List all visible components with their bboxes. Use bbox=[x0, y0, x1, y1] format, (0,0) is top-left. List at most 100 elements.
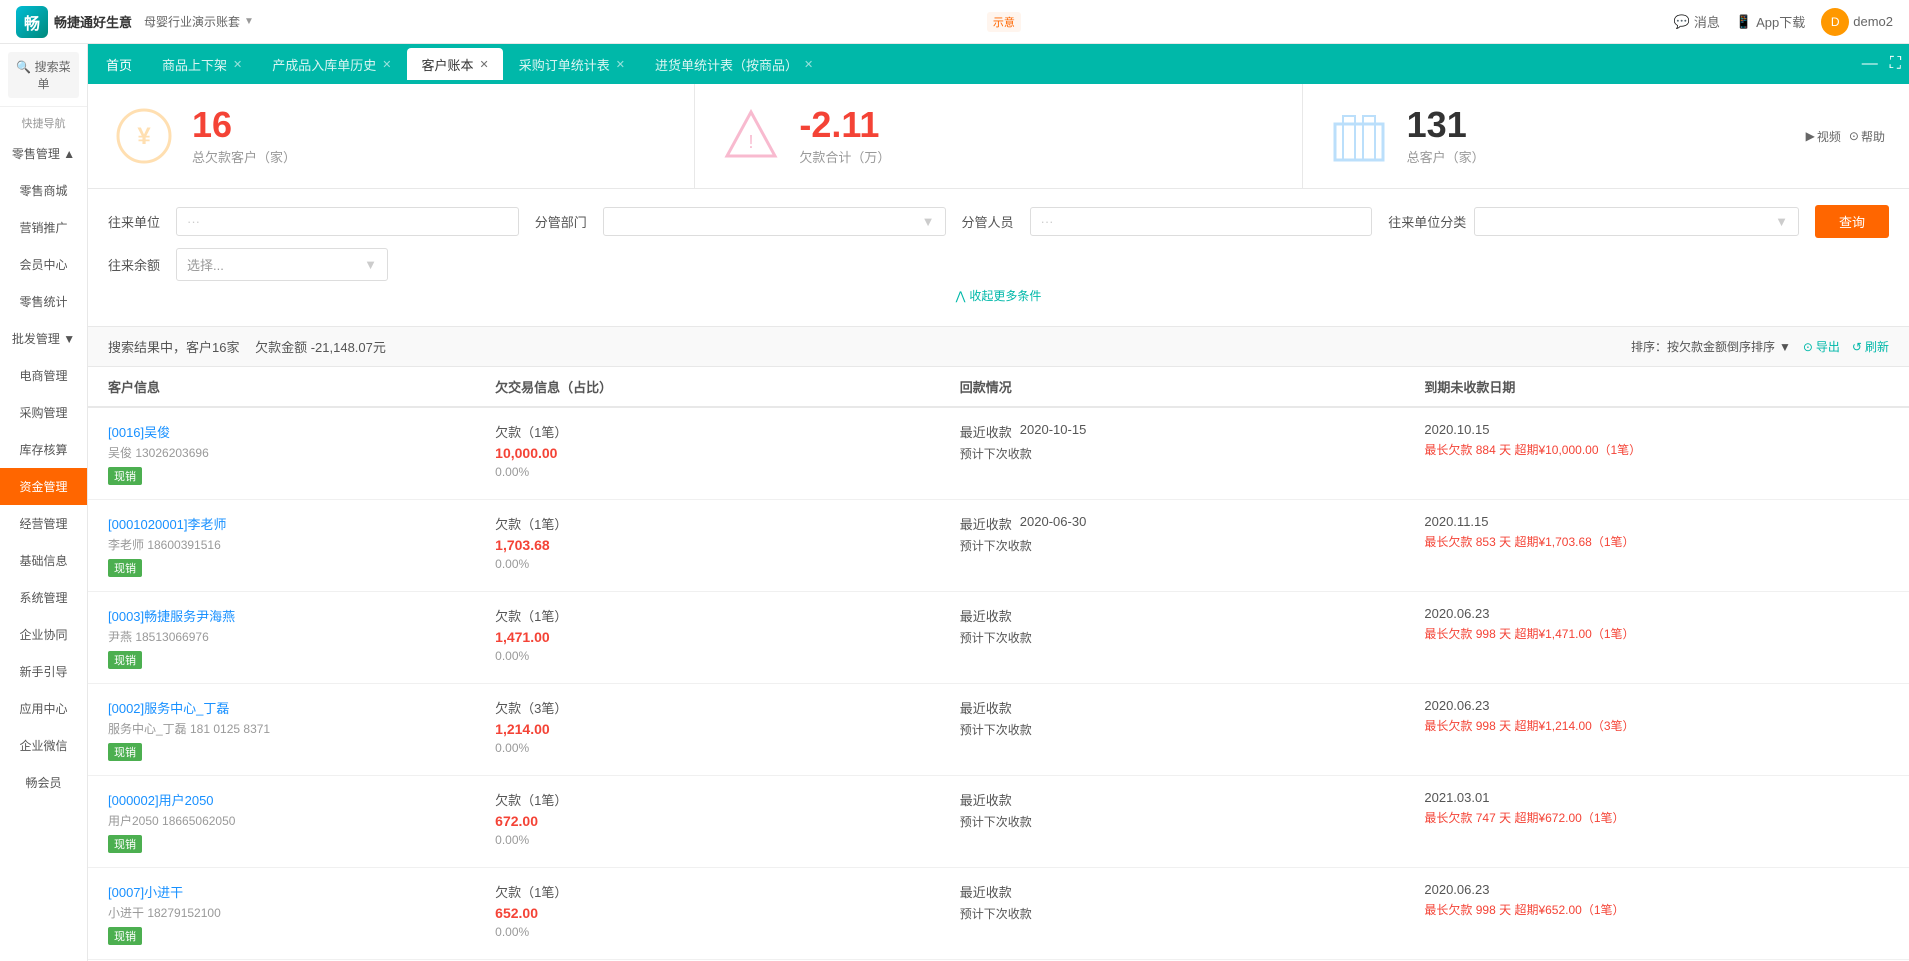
tab-purchase-order-stats[interactable]: 采购订单统计表 ✕ bbox=[505, 48, 639, 80]
recovery-info-3: 最近收款 预计下次收款 bbox=[960, 606, 1425, 646]
sidebar-item-retail-mall[interactable]: 零售商城 bbox=[0, 172, 87, 209]
sidebar-item-member2[interactable]: 畅会员 bbox=[0, 764, 87, 801]
customer-info-4: [0002]服务中心_丁磊 服务中心_丁磊 181 0125 8371 现销 bbox=[108, 698, 495, 761]
sidebar-item-finance[interactable]: 资金管理 bbox=[0, 468, 87, 505]
sidebar-item-label: 零售管理 ▲ bbox=[12, 145, 75, 162]
customer-tag-3: 现销 bbox=[108, 651, 142, 669]
sidebar-item-marketing[interactable]: 营销推广 bbox=[0, 209, 87, 246]
table-header: 客户信息 欠交易信息（占比） 回款情况 到期未收款日期 bbox=[88, 367, 1909, 408]
recovery-info-1: 最近收款 2020-10-15 预计下次收款 bbox=[960, 422, 1425, 462]
app-download-btn[interactable]: 📱 App下载 bbox=[1736, 12, 1805, 31]
tab-close-icon[interactable]: ✕ bbox=[616, 58, 625, 71]
customer-tag-6: 现销 bbox=[108, 927, 142, 945]
industry-selector[interactable]: 母婴行业演示账套 ▼ bbox=[144, 13, 254, 30]
sidebar-item-guide[interactable]: 新手引导 bbox=[0, 653, 87, 690]
export-label: 导出 bbox=[1816, 338, 1840, 355]
overdue-link-5[interactable]: 超期¥672.00（1笔） bbox=[1514, 811, 1624, 825]
sidebar-item-enterprise[interactable]: 企业协同 bbox=[0, 616, 87, 653]
due-date-info-6: 2020.06.23 最长欠款 998 天 超期¥652.00（1笔） bbox=[1424, 882, 1889, 918]
page-content: ¥ 16 总欠款客户（家） ! bbox=[88, 84, 1909, 961]
export-btn[interactable]: ⊙ 导出 bbox=[1803, 338, 1840, 355]
overdue-link-1[interactable]: 超期¥10,000.00（1笔） bbox=[1514, 443, 1641, 457]
collapse-btn[interactable]: ⋀ 收起更多条件 bbox=[108, 281, 1889, 310]
result-info: 搜索结果中，客户16家 欠款金额 -21,148.07元 bbox=[108, 337, 386, 356]
filter-dept-select[interactable]: ▼ bbox=[603, 207, 946, 236]
filter-unit-category-select[interactable]: ▼ bbox=[1474, 207, 1799, 236]
tab-close-icon[interactable]: ✕ bbox=[480, 58, 489, 71]
debt-label-2: 欠款（1笔） bbox=[495, 514, 960, 533]
overdue-link-6[interactable]: 超期¥652.00（1笔） bbox=[1514, 903, 1624, 917]
industry-name: 母婴行业演示账套 bbox=[144, 13, 240, 30]
filter-balance-label: 往来余额 bbox=[108, 255, 168, 274]
sidebar-item-inventory[interactable]: 库存核算 bbox=[0, 431, 87, 468]
search-menu-btn[interactable]: 🔍 搜索菜单 bbox=[8, 52, 79, 98]
help-btn[interactable]: ⊙ 帮助 bbox=[1849, 128, 1885, 145]
customer-name-3[interactable]: [0003]畅捷服务尹海燕 bbox=[108, 609, 235, 624]
sidebar-item-label: 应用中心 bbox=[19, 700, 67, 717]
tab-customer-account[interactable]: 客户账本 ✕ bbox=[407, 48, 502, 80]
overdue-days-3: 最长欠款 998 天 bbox=[1424, 627, 1511, 641]
filter-balance-select[interactable]: 选择... ▼ bbox=[176, 248, 388, 281]
sidebar-item-member[interactable]: 会员中心 bbox=[0, 246, 87, 283]
phone-icon: 📱 bbox=[1736, 14, 1752, 30]
filter-unit-input[interactable]: ··· bbox=[176, 207, 519, 236]
sidebar-item-ecommerce[interactable]: 电商管理 bbox=[0, 357, 87, 394]
recovery-next-2: 预计下次收款 bbox=[960, 537, 1425, 554]
customer-name-1[interactable]: [0016]吴俊 bbox=[108, 425, 170, 440]
user-area[interactable]: D demo2 bbox=[1821, 8, 1893, 36]
chevron-down-icon: ▼ bbox=[244, 16, 254, 27]
video-btn[interactable]: ▶ 视频 bbox=[1806, 128, 1841, 145]
recovery-label-2: 最近收款 bbox=[960, 514, 1012, 533]
tab-stock-history[interactable]: 产成品入库单历史 ✕ bbox=[258, 48, 405, 80]
recovery-next-1: 预计下次收款 bbox=[960, 445, 1425, 462]
sidebar-item-retail-stats[interactable]: 零售统计 bbox=[0, 283, 87, 320]
overdue-text-2: 最长欠款 853 天 超期¥1,703.68（1笔） bbox=[1424, 533, 1889, 550]
table-row: [0001020001]李老师 李老师 18600391516 现销 欠款（1笔… bbox=[88, 500, 1909, 592]
search-menu-label: 搜索菜单 bbox=[35, 60, 71, 91]
search-btn[interactable]: 查询 bbox=[1815, 205, 1889, 238]
debt-percent-5: 0.00% bbox=[495, 833, 960, 847]
tab-home[interactable]: 首页 bbox=[92, 48, 146, 80]
message-btn[interactable]: 💬 消息 bbox=[1674, 12, 1720, 31]
recovery-next-5: 预计下次收款 bbox=[960, 813, 1425, 830]
sidebar-item-wechat[interactable]: 企业微信 bbox=[0, 727, 87, 764]
customer-name-2[interactable]: [0001020001]李老师 bbox=[108, 517, 227, 532]
customer-name-6[interactable]: [0007]小进干 bbox=[108, 885, 183, 900]
recovery-row-1: 最近收款 2020-10-15 bbox=[960, 422, 1425, 441]
refresh-btn[interactable]: ↺ 刷新 bbox=[1852, 338, 1889, 355]
sidebar-item-purchase[interactable]: 采购管理 bbox=[0, 394, 87, 431]
tab-expand-btn[interactable]: ⛶ bbox=[1886, 53, 1905, 75]
sidebar-item-wholesale[interactable]: 批发管理 ▼ bbox=[0, 320, 87, 357]
due-date-main-5: 2021.03.01 bbox=[1424, 790, 1889, 805]
stats-row: ¥ 16 总欠款客户（家） ! bbox=[88, 84, 1909, 189]
tab-close-icon[interactable]: ✕ bbox=[233, 58, 242, 71]
customer-name-4[interactable]: [0002]服务中心_丁磊 bbox=[108, 701, 229, 716]
tab-product-shelf[interactable]: 商品上下架 ✕ bbox=[148, 48, 256, 80]
sidebar-item-system[interactable]: 系统管理 bbox=[0, 579, 87, 616]
tab-purchase-stats-product[interactable]: 进货单统计表（按商品） ✕ bbox=[641, 48, 827, 80]
customer-info-5: [000002]用户2050 用户2050 18665062050 现销 bbox=[108, 790, 495, 853]
quick-nav-btn[interactable]: 示意 bbox=[987, 12, 1021, 32]
sidebar-item-label: 电商管理 bbox=[19, 367, 67, 384]
tab-collapse-btn[interactable]: — bbox=[1858, 53, 1882, 75]
sidebar-item-label: 系统管理 bbox=[19, 589, 67, 606]
recovery-info-4: 最近收款 预计下次收款 bbox=[960, 698, 1425, 738]
overdue-link-2[interactable]: 超期¥1,703.68（1笔） bbox=[1514, 535, 1634, 549]
tab-close-icon[interactable]: ✕ bbox=[804, 58, 813, 71]
search-icon: 🔍 bbox=[16, 60, 31, 74]
overdue-link-3[interactable]: 超期¥1,471.00（1笔） bbox=[1514, 627, 1634, 641]
sidebar-item-label: 企业协同 bbox=[19, 626, 67, 643]
filter-person: 分管人员 ··· bbox=[962, 207, 1373, 236]
sidebar-item-basic-info[interactable]: 基础信息 bbox=[0, 542, 87, 579]
sidebar-item-operations[interactable]: 经营管理 bbox=[0, 505, 87, 542]
sidebar-item-retail-management[interactable]: 零售管理 ▲ bbox=[0, 135, 87, 172]
top-bar: 畅 畅捷通好生意 母婴行业演示账套 ▼ 示意 💬 消息 📱 App下载 D de… bbox=[0, 0, 1909, 44]
tab-close-icon[interactable]: ✕ bbox=[382, 58, 391, 71]
filter-balance-value: 选择... bbox=[187, 255, 224, 274]
overdue-link-4[interactable]: 超期¥1,214.00（3笔） bbox=[1514, 719, 1634, 733]
customer-name-5[interactable]: [000002]用户2050 bbox=[108, 793, 214, 808]
filter-person-input[interactable]: ··· bbox=[1030, 207, 1373, 236]
customer-tag-5: 现销 bbox=[108, 835, 142, 853]
sort-select[interactable]: 排序：按欠款金额倒序排序 ▼ bbox=[1631, 338, 1791, 355]
sidebar-item-app-center[interactable]: 应用中心 bbox=[0, 690, 87, 727]
